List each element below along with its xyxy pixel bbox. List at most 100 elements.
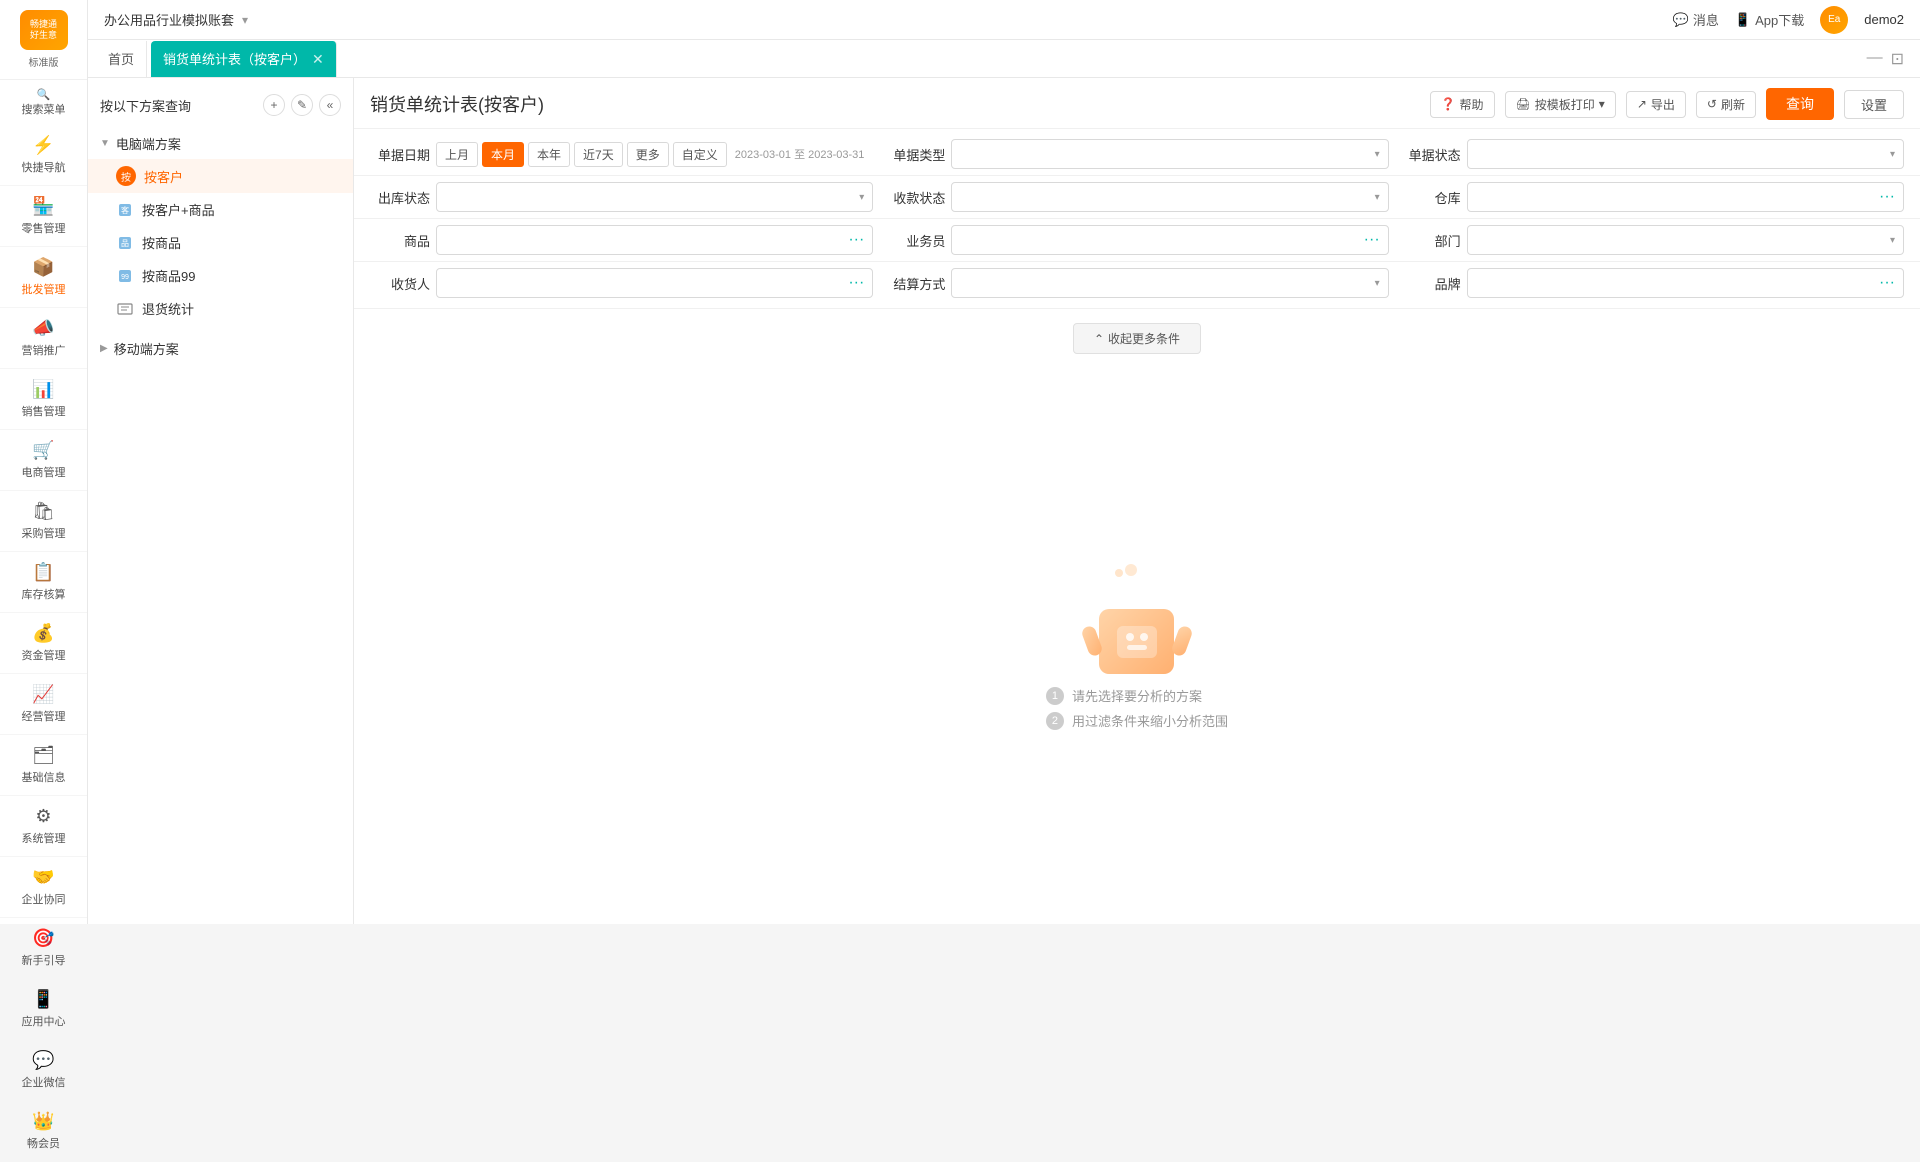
filter-container: 单据日期 上月 本月 本年 近7天 更多 自定义 2023-03-01 至 20…	[354, 129, 1920, 370]
user-avatar[interactable]: Ea	[1820, 6, 1848, 34]
tree-item-by-customer[interactable]: 按 按客户	[88, 159, 353, 193]
sidebar-item-marketing[interactable]: 📣 营销推广	[0, 308, 87, 369]
tree-item-by-product-99[interactable]: 99 按商品99	[88, 259, 353, 292]
warehouse-input[interactable]: ···	[1467, 182, 1904, 212]
mobile-arrow-icon: ▶	[100, 343, 108, 354]
refresh-button[interactable]: ↺ 刷新	[1696, 91, 1756, 118]
page-content: 按以下方案查询 + ✎ « ▼ 电脑端方案 按 按客户	[88, 78, 1920, 924]
warehouse-label: 仓库	[1401, 188, 1461, 207]
date-more[interactable]: 更多	[627, 142, 669, 167]
sidebar-enterprise-label: 企业协同	[22, 891, 66, 907]
order-type-cell: 单据类型 ▾	[885, 139, 1388, 169]
tree-parent-desktop[interactable]: ▼ 电脑端方案	[88, 128, 353, 159]
sidebar-item-finance[interactable]: 💰 资金管理	[0, 613, 87, 674]
sidebar-wholesale-label: 批发管理	[22, 281, 66, 297]
date-filter-cell: 单据日期 上月 本月 本年 近7天 更多 自定义 2023-03-01 至 20…	[370, 139, 873, 169]
receipt-status-select[interactable]: ▾	[951, 182, 1388, 212]
by-product-icon: 品	[116, 234, 134, 252]
hint-num-2: 2	[1046, 712, 1064, 730]
export-button[interactable]: ↗ 导出	[1626, 91, 1686, 118]
dept-select[interactable]: ▾	[1467, 225, 1904, 255]
svg-text:客: 客	[121, 205, 129, 215]
edit-scheme-button[interactable]: ✎	[291, 94, 313, 116]
sidebar-item-wechat[interactable]: 💬 企业微信	[0, 1040, 87, 1101]
date-custom[interactable]: 自定义	[673, 142, 727, 167]
tree-item-return-stat[interactable]: 退货统计	[88, 292, 353, 325]
bubble1	[1115, 569, 1123, 577]
sidebar-item-newbie[interactable]: 🎯 新手引导	[0, 918, 87, 979]
date-last-month[interactable]: 上月	[436, 142, 478, 167]
sidebar-retail-label: 零售管理	[22, 220, 66, 236]
settings-button[interactable]: 设置	[1844, 90, 1904, 119]
collapse-button[interactable]: ⌃ 收起更多条件	[1073, 323, 1201, 354]
sidebar-item-vip[interactable]: 👑 畅会员	[0, 1101, 87, 1162]
tree-item-by-product[interactable]: 品 按商品	[88, 226, 353, 259]
order-status-select[interactable]: ▾	[1467, 139, 1904, 169]
warehouse-cell: 仓库 ···	[1401, 182, 1904, 212]
empty-hint-2: 2 用过滤条件来缩小分析范围	[1046, 711, 1228, 730]
tab-sales-stat[interactable]: 销货单统计表（按客户） ✕	[151, 41, 337, 77]
breadcrumb-arrow: ▾	[242, 13, 248, 27]
sidebar-item-quick-nav[interactable]: ⚡ 快捷导航	[0, 125, 87, 186]
brand-dots[interactable]: ···	[1879, 274, 1895, 292]
out-status-select[interactable]: ▾	[436, 182, 873, 212]
out-status-cell: 出库状态 ▾	[370, 182, 873, 212]
by-customer-label: 按客户	[144, 167, 183, 186]
sidebar-item-ecommerce[interactable]: 🛒 电商管理	[0, 430, 87, 491]
sidebar-item-system[interactable]: ⚙ 系统管理	[0, 796, 87, 857]
brand-input[interactable]: ···	[1467, 268, 1904, 298]
sidebar-item-search[interactable]: 🔍 搜索菜单	[0, 80, 87, 125]
logo-sub-text: 标准版	[29, 54, 59, 69]
sidebar-item-sales[interactable]: 📊 销售管理	[0, 369, 87, 430]
consignee-input[interactable]: ···	[436, 268, 873, 298]
sidebar-sales-label: 销售管理	[22, 403, 66, 419]
tab-sales-stat-label: 销货单统计表（按客户）	[163, 49, 306, 68]
tree-parent-mobile[interactable]: ▶ 移动端方案	[88, 333, 353, 364]
print-icon: 🖨	[1516, 97, 1531, 111]
salesperson-input[interactable]: ···	[951, 225, 1388, 255]
sidebar-item-enterprise[interactable]: 🤝 企业协同	[0, 857, 87, 918]
sidebar-item-retail[interactable]: 🏪 零售管理	[0, 186, 87, 247]
sidebar-item-apps[interactable]: 📱 应用中心	[0, 979, 87, 1040]
sidebar-item-basics[interactable]: 🗂 基础信息	[0, 735, 87, 796]
product-input[interactable]: ···	[436, 225, 873, 255]
wholesale-icon: 📦	[32, 257, 54, 278]
help-button[interactable]: ❓ 帮助	[1430, 91, 1495, 118]
add-scheme-button[interactable]: +	[263, 94, 285, 116]
tab-home[interactable]: 首页	[96, 41, 147, 77]
date-this-month[interactable]: 本月	[482, 142, 524, 167]
message-button[interactable]: 💬 消息	[1673, 10, 1719, 29]
order-type-select[interactable]: ▾	[951, 139, 1388, 169]
consignee-dots[interactable]: ···	[848, 274, 864, 292]
salesperson-dots[interactable]: ···	[1364, 231, 1380, 249]
query-button[interactable]: 查询	[1766, 88, 1834, 120]
minimize-button[interactable]: —	[1867, 49, 1883, 69]
return-stat-icon	[116, 300, 134, 318]
print-button[interactable]: 🖨 按模板打印 ▾	[1505, 91, 1616, 118]
help-icon: ❓	[1441, 97, 1456, 111]
inventory-icon: 📋	[32, 562, 54, 583]
warehouse-dots[interactable]: ···	[1879, 188, 1895, 206]
product-dots[interactable]: ···	[848, 231, 864, 249]
settlement-select[interactable]: ▾	[951, 268, 1388, 298]
sidebar-item-purchase[interactable]: 🛍 采购管理	[0, 491, 87, 552]
logo-area: 畅捷通好生意 标准版	[0, 0, 87, 80]
tree-parent-mobile-label: 移动端方案	[114, 339, 179, 358]
collapse-panel-button[interactable]: «	[319, 94, 341, 116]
tree-item-by-customer-product[interactable]: 客 按客户+商品	[88, 193, 353, 226]
order-status-label: 单据状态	[1401, 145, 1461, 164]
sidebar-item-inventory[interactable]: 📋 库存核算	[0, 552, 87, 613]
header-right: 💬 消息 📱 App下载 Ea demo2	[1673, 6, 1904, 34]
date-last-7[interactable]: 近7天	[574, 142, 623, 167]
maximize-button[interactable]: ⊡	[1891, 49, 1904, 69]
date-this-year[interactable]: 本年	[528, 142, 570, 167]
tree-parent-label: 电脑端方案	[116, 134, 181, 153]
sidebar-item-operations[interactable]: 📈 经营管理	[0, 674, 87, 735]
header-left: 办公用品行业模拟账套 ▾	[104, 10, 248, 29]
sidebar-item-wholesale[interactable]: 📦 批发管理	[0, 247, 87, 308]
app-download-button[interactable]: 📱 App下载	[1735, 10, 1804, 29]
robot-face	[1117, 626, 1157, 658]
tab-close-button[interactable]: ✕	[312, 52, 324, 66]
ecommerce-icon: 🛒	[32, 440, 54, 461]
hint-num-1: 1	[1046, 687, 1064, 705]
